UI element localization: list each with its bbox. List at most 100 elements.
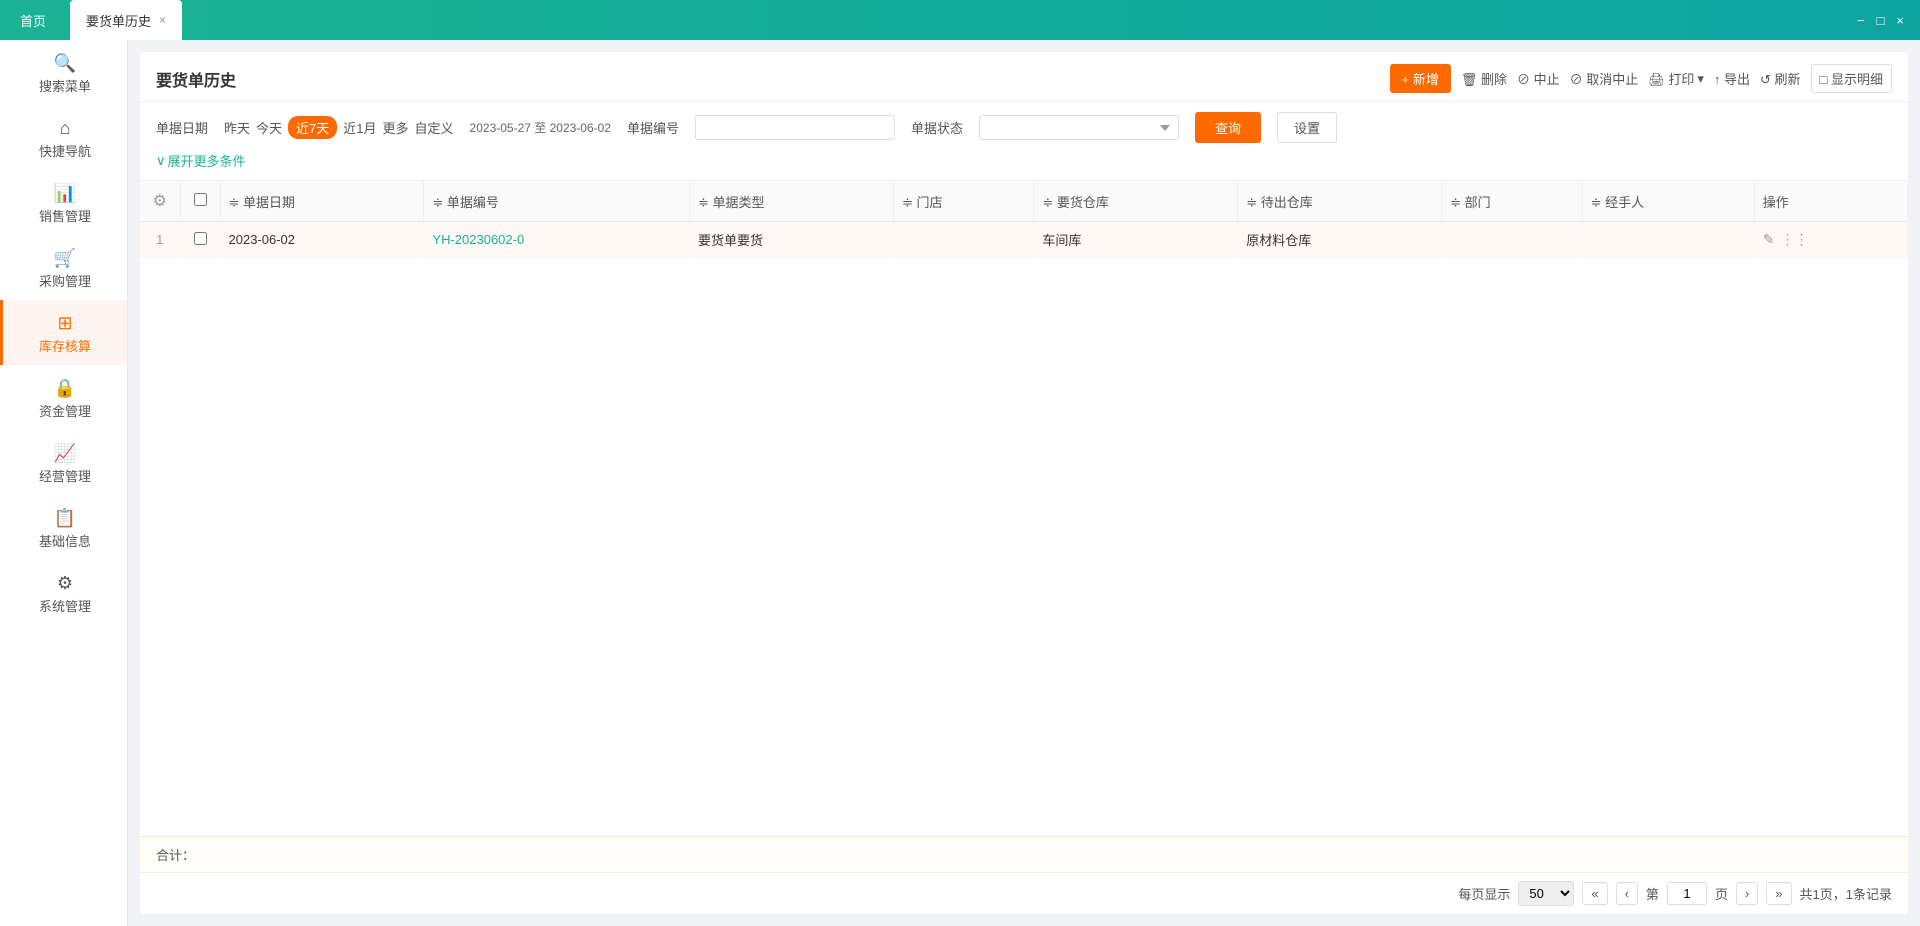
top-bar-right: − □ × [1857, 13, 1920, 28]
col-warehouse: ≑ 要货仓库 [1034, 181, 1238, 222]
edit-icon[interactable]: ✎ [1763, 231, 1775, 248]
data-table: ⚙ ≑ 单据日期 ≑ 单据编号 [140, 181, 1908, 258]
export-button[interactable]: ↑ 导出 [1714, 69, 1750, 88]
tab-active-label: 要货单历史 [86, 11, 151, 30]
row-checkbox[interactable] [194, 232, 207, 245]
sidebar-item-label-search: 搜索菜单 [39, 76, 91, 95]
row-index: 1 [140, 222, 180, 258]
page-suffix: 页 [1715, 884, 1728, 903]
row-type: 要货单要货 [690, 222, 894, 258]
col-handler-label: ≑ 经手人 [1591, 195, 1645, 210]
col-dept-label: ≑ 部门 [1450, 195, 1491, 210]
col-type-label: ≑ 单据类型 [698, 195, 765, 210]
shortcut-custom[interactable]: 自定义 [415, 118, 454, 137]
table-container: ⚙ ≑ 单据日期 ≑ 单据编号 [140, 181, 1908, 836]
sidebar: 🔍 搜索菜单 ⌂ 快捷导航 📊 销售管理 🛒 采购管理 ⊞ 库存核算 🔒 资金管… [0, 40, 128, 926]
sidebar-item-finance[interactable]: 🔒 资金管理 [0, 365, 127, 430]
table-footer: 合计： [140, 836, 1908, 872]
sidebar-item-label-finance: 资金管理 [39, 401, 91, 420]
shortcut-more[interactable]: 更多 [383, 118, 409, 137]
page-label: 第 [1646, 884, 1659, 903]
col-date: ≑ 单据日期 [220, 181, 424, 222]
row-order-no: YH-20230602-0 [424, 222, 690, 258]
content-card: 要货单历史 + 新增 🗑 删除 ⊘ 中止 ⊘ 取消中止 🖨 打印 ▾ ↑ 导出 … [140, 52, 1908, 914]
col-warehouse-label: ≑ 要货仓库 [1042, 195, 1109, 210]
prev-page-button[interactable]: ‹ [1616, 882, 1638, 905]
sidebar-item-label-basic: 基础信息 [39, 531, 91, 550]
table-row: 1 2023-06-02 YH-20230602-0 要货单要货 车间库 [140, 222, 1908, 258]
main-content: 要货单历史 + 新增 🗑 删除 ⊘ 中止 ⊘ 取消中止 🖨 打印 ▾ ↑ 导出 … [128, 40, 1920, 926]
more-icon[interactable]: ⋮⋮ [1781, 231, 1809, 248]
sidebar-item-system[interactable]: ⚙ 系统管理 [0, 560, 127, 625]
row-handler [1582, 222, 1754, 258]
col-actions: 操作 [1754, 181, 1907, 222]
col-checkbox [180, 181, 220, 222]
sidebar-item-quick-nav[interactable]: ⌂ 快捷导航 [0, 105, 127, 170]
last-page-button[interactable]: » [1766, 882, 1791, 905]
page-size-select[interactable]: 50 20 100 200 [1518, 881, 1574, 906]
filter-settings-button[interactable]: 设置 [1277, 112, 1337, 143]
col-date-label: ≑ 单据日期 [229, 195, 296, 210]
ops-icon: 📈 [54, 444, 76, 462]
search-button[interactable]: 查询 [1195, 112, 1261, 143]
row-warehouse: 车间库 [1034, 222, 1238, 258]
row-department [1442, 222, 1582, 258]
expand-more-button[interactable]: ∨ 展开更多条件 [156, 151, 246, 170]
refresh-button[interactable]: ↺ 刷新 [1760, 69, 1801, 88]
page-number-input[interactable] [1667, 882, 1707, 905]
inventory-icon: ⊞ [57, 314, 72, 332]
quick-nav-icon: ⌂ [60, 119, 71, 137]
first-page-button[interactable]: « [1582, 882, 1607, 905]
summary-label: 合计： [156, 845, 195, 864]
sidebar-item-inventory[interactable]: ⊞ 库存核算 [0, 300, 127, 365]
select-all-checkbox[interactable] [194, 193, 207, 206]
order-no-input[interactable] [695, 115, 895, 140]
filter-row-2: ∨ 展开更多条件 [156, 151, 1892, 170]
tab-active[interactable]: 要货单历史 × [70, 0, 182, 40]
col-pending-warehouse: ≑ 待出仓库 [1238, 181, 1442, 222]
sidebar-item-ops[interactable]: 📈 经营管理 [0, 430, 127, 495]
tab-home[interactable]: 首页 [0, 0, 66, 40]
col-dept: ≑ 部门 [1442, 181, 1582, 222]
minimize-icon[interactable]: − [1857, 13, 1865, 28]
page-title: 要货单历史 [156, 67, 1390, 91]
new-button[interactable]: + 新增 [1390, 64, 1451, 93]
maximize-icon[interactable]: □ [1877, 13, 1885, 28]
order-no-link[interactable]: YH-20230602-0 [432, 232, 524, 247]
stop-button[interactable]: ⊘ 中止 [1517, 69, 1560, 88]
purchase-icon: 🛒 [54, 249, 76, 267]
filter-row-1: 单据日期 昨天 今天 近7天 近1月 更多 自定义 2023-05-27 至 2… [156, 112, 1892, 143]
delete-button[interactable]: 🗑 删除 [1461, 69, 1507, 88]
sidebar-item-label-sales: 销售管理 [39, 206, 91, 225]
sales-icon: 📊 [54, 184, 76, 202]
date-shortcuts: 昨天 今天 近7天 近1月 更多 自定义 [224, 116, 454, 139]
tab-close-icon[interactable]: × [159, 13, 166, 27]
sidebar-item-purchase[interactable]: 🛒 采购管理 [0, 235, 127, 300]
system-icon: ⚙ [57, 574, 73, 592]
display-detail-button[interactable]: □ 显示明细 [1811, 64, 1892, 93]
sidebar-item-basic-info[interactable]: 📋 基础信息 [0, 495, 127, 560]
sidebar-item-search-menu[interactable]: 🔍 搜索菜单 [0, 40, 127, 105]
sidebar-item-label-ops: 经营管理 [39, 466, 91, 485]
expand-chevron-icon: ∨ [156, 153, 166, 169]
col-type: ≑ 单据类型 [690, 181, 894, 222]
next-page-button[interactable]: › [1736, 882, 1758, 905]
print-dropdown-icon[interactable]: ▾ [1697, 71, 1704, 87]
row-actions: ✎ ⋮⋮ [1754, 222, 1907, 258]
basic-info-icon: 📋 [54, 509, 76, 527]
search-menu-icon: 🔍 [54, 54, 76, 72]
close-window-icon[interactable]: × [1896, 13, 1904, 28]
shortcut-today[interactable]: 今天 [256, 118, 282, 137]
sidebar-item-sales[interactable]: 📊 销售管理 [0, 170, 127, 235]
row-checkbox-cell [180, 222, 220, 258]
status-select[interactable] [979, 115, 1179, 140]
page-size-label: 每页显示 [1458, 884, 1510, 903]
column-settings-icon[interactable]: ⚙ [153, 193, 167, 210]
shortcut-yesterday[interactable]: 昨天 [224, 118, 250, 137]
cancel-stop-button[interactable]: ⊘ 取消中止 [1570, 69, 1639, 88]
shortcut-1month[interactable]: 近1月 [343, 118, 376, 137]
sidebar-item-label-purchase: 采购管理 [39, 271, 91, 290]
shortcut-7days[interactable]: 近7天 [288, 116, 337, 139]
print-button[interactable]: 🖨 打印 ▾ [1648, 69, 1704, 88]
top-bar: 首页 要货单历史 × − □ × [0, 0, 1920, 40]
